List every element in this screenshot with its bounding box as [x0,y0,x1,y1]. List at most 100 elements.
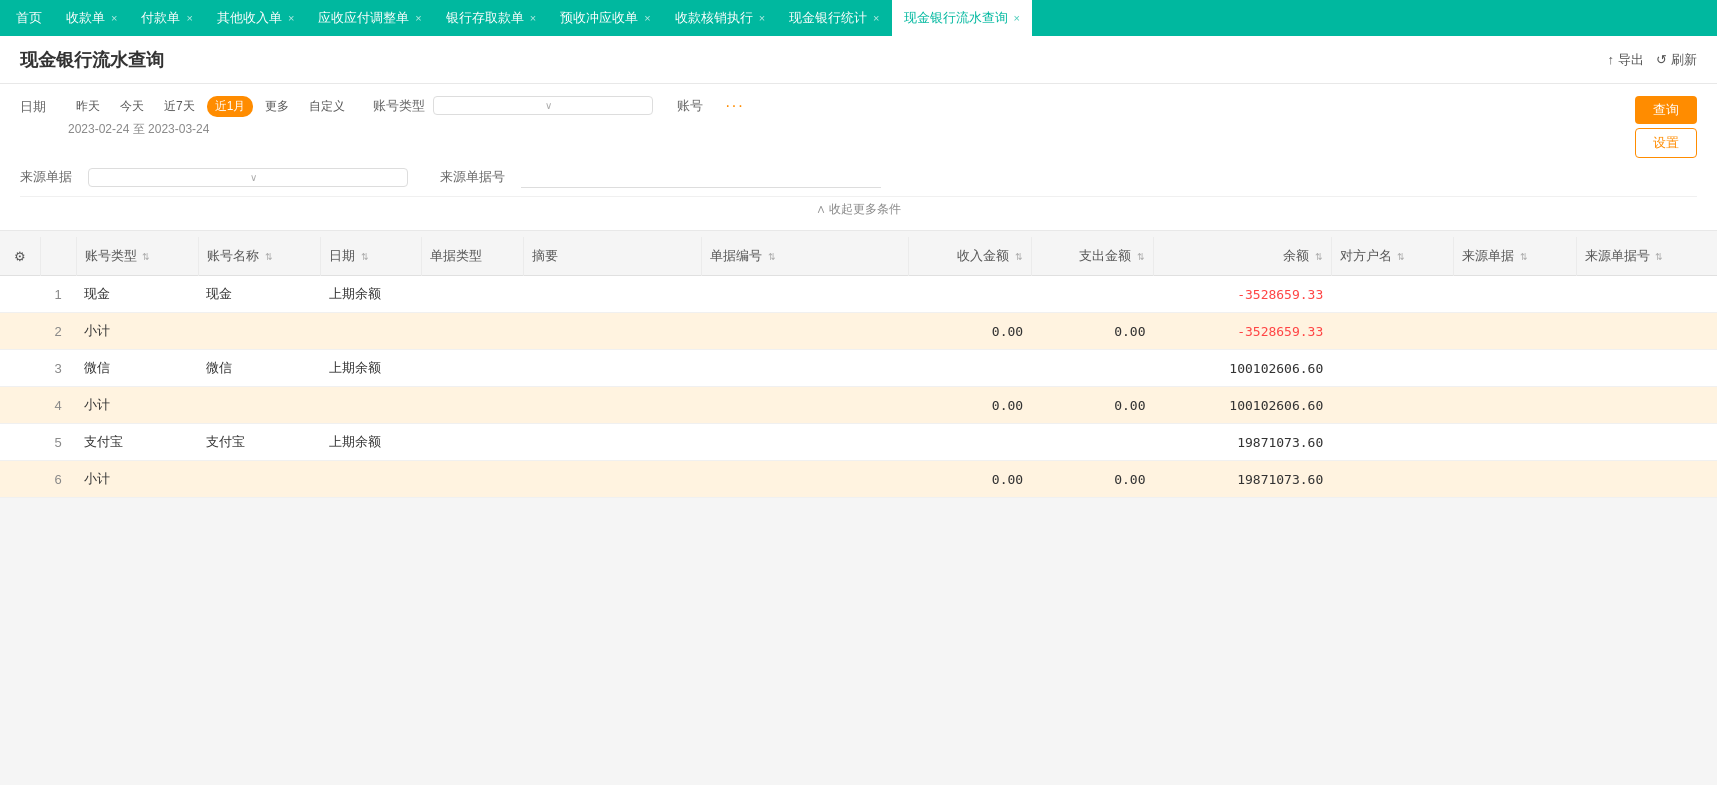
row-gear-cell [0,424,40,461]
source-doc-num-input[interactable] [521,166,881,188]
th-counterpart[interactable]: 对方户名 ⇅ [1331,237,1453,276]
nav-cash-stats[interactable]: 现金银行统计 × [777,0,891,36]
row-index: 1 [40,276,76,313]
nav-prepay[interactable]: 预收冲应收单 × [548,0,662,36]
collapse-bar[interactable]: ∧ 收起更多条件 [20,196,1697,222]
row-expense: 0.00 [1031,387,1153,424]
row-expense [1031,276,1153,313]
account-type-select[interactable]: ∨ [433,96,653,115]
th-source-doc[interactable]: 来源单据 ⇅ [1454,237,1576,276]
row-counterpart [1331,276,1453,313]
query-button[interactable]: 查询 [1635,96,1697,124]
date-opt-custom[interactable]: 自定义 [301,96,353,117]
row-source-doc-no [1576,461,1717,498]
row-index: 2 [40,313,76,350]
close-icon[interactable]: × [288,12,294,24]
row-expense: 0.00 [1031,461,1153,498]
row-income: 0.00 [909,313,1031,350]
row-balance: -3528659.33 [1154,276,1332,313]
account-type-filter-section: 账号类型 ∨ 账号 ··· [373,96,1615,115]
header-actions: ↑ 导出 ↺ 刷新 [1608,51,1698,69]
date-opt-yesterday[interactable]: 昨天 [68,96,108,117]
close-icon[interactable]: × [186,12,192,24]
row-index: 3 [40,350,76,387]
close-icon[interactable]: × [111,12,117,24]
row-index: 4 [40,387,76,424]
close-icon[interactable]: × [644,12,650,24]
row-expense [1031,350,1153,387]
nav-cash-flow-query[interactable]: 现金银行流水查询 × [892,0,1032,36]
th-account-type[interactable]: 账号类型 ⇅ [76,237,198,276]
close-icon[interactable]: × [1014,12,1020,24]
close-icon[interactable]: × [759,12,765,24]
row-gear-cell [0,276,40,313]
th-date[interactable]: 日期 ⇅ [321,237,422,276]
row-counterpart [1331,313,1453,350]
close-icon[interactable]: × [530,12,536,24]
sort-icon: ⇅ [265,252,273,262]
close-icon[interactable]: × [415,12,421,24]
close-icon[interactable]: × [873,12,879,24]
row-account-type: 小计 [76,461,198,498]
nav-receipt[interactable]: 收款单 × [54,0,129,36]
refresh-button[interactable]: ↺ 刷新 [1656,51,1697,69]
row-doc-type [421,461,523,498]
account-dots-icon[interactable]: ··· [725,97,744,115]
nav-bank-deposit[interactable]: 银行存取款单 × [434,0,548,36]
setting-button[interactable]: 设置 [1635,128,1697,158]
row-balance: 19871073.60 [1154,461,1332,498]
date-opt-1month[interactable]: 近1月 [207,96,254,117]
row-doc-type [421,424,523,461]
row-summary [524,387,702,424]
row-source-doc [1454,387,1576,424]
date-opt-more[interactable]: 更多 [257,96,297,117]
source-doc-label: 来源单据 [20,168,72,186]
table-row: 5 支付宝 支付宝 上期余额 19871073.60 [0,424,1717,461]
row-source-doc-no [1576,350,1717,387]
row-date: 上期余额 [321,350,422,387]
nav-verify[interactable]: 收款核销执行 × [663,0,777,36]
row-gear-cell [0,387,40,424]
row-date [321,313,422,350]
row-doc-no [701,461,908,498]
row-account-name: 支付宝 [198,424,320,461]
row-doc-type [421,350,523,387]
sort-icon: ⇅ [1397,252,1405,262]
row-source-doc-no [1576,424,1717,461]
nav-adjustment[interactable]: 应收应付调整单 × [306,0,433,36]
th-doc-no[interactable]: 单据编号 ⇅ [701,237,908,276]
account-type-label: 账号类型 [373,97,425,115]
account-label: 账号 [677,97,717,115]
row-income [909,350,1031,387]
th-index [40,237,76,276]
table-row: 6 小计 0.00 0.00 19871073.60 [0,461,1717,498]
th-source-doc-no[interactable]: 来源单据号 ⇅ [1576,237,1717,276]
row-source-doc [1454,276,1576,313]
table-row: 2 小计 0.00 0.00 -3528659.33 [0,313,1717,350]
row-gear-cell [0,461,40,498]
date-opt-7days[interactable]: 近7天 [156,96,203,117]
row-balance: 100102606.60 [1154,387,1332,424]
collapse-arrow-icon: ∧ [816,202,826,216]
source-doc-select[interactable]: ∨ [88,168,408,187]
row-balance: 19871073.60 [1154,424,1332,461]
date-opt-today[interactable]: 今天 [112,96,152,117]
th-income[interactable]: 收入金额 ⇅ [909,237,1031,276]
row-account-type: 支付宝 [76,424,198,461]
row-doc-no [701,276,908,313]
row-account-type: 微信 [76,350,198,387]
th-balance[interactable]: 余额 ⇅ [1154,237,1332,276]
nav-payment[interactable]: 付款单 × [129,0,204,36]
row-income [909,424,1031,461]
th-gear[interactable]: ⚙ [0,237,40,276]
table-body: 1 现金 现金 上期余额 -3528659.33 2 小计 0.00 0.00 … [0,276,1717,498]
th-account-name[interactable]: 账号名称 ⇅ [198,237,320,276]
row-source-doc [1454,424,1576,461]
nav-other-income[interactable]: 其他收入单 × [205,0,306,36]
top-navigation: 首页 收款单 × 付款单 × 其他收入单 × 应收应付调整单 × 银行存取款单 … [0,0,1717,36]
th-expense[interactable]: 支出金额 ⇅ [1031,237,1153,276]
export-button[interactable]: ↑ 导出 [1608,51,1645,69]
row-counterpart [1331,350,1453,387]
nav-home[interactable]: 首页 [4,0,54,36]
row-account-type: 现金 [76,276,198,313]
